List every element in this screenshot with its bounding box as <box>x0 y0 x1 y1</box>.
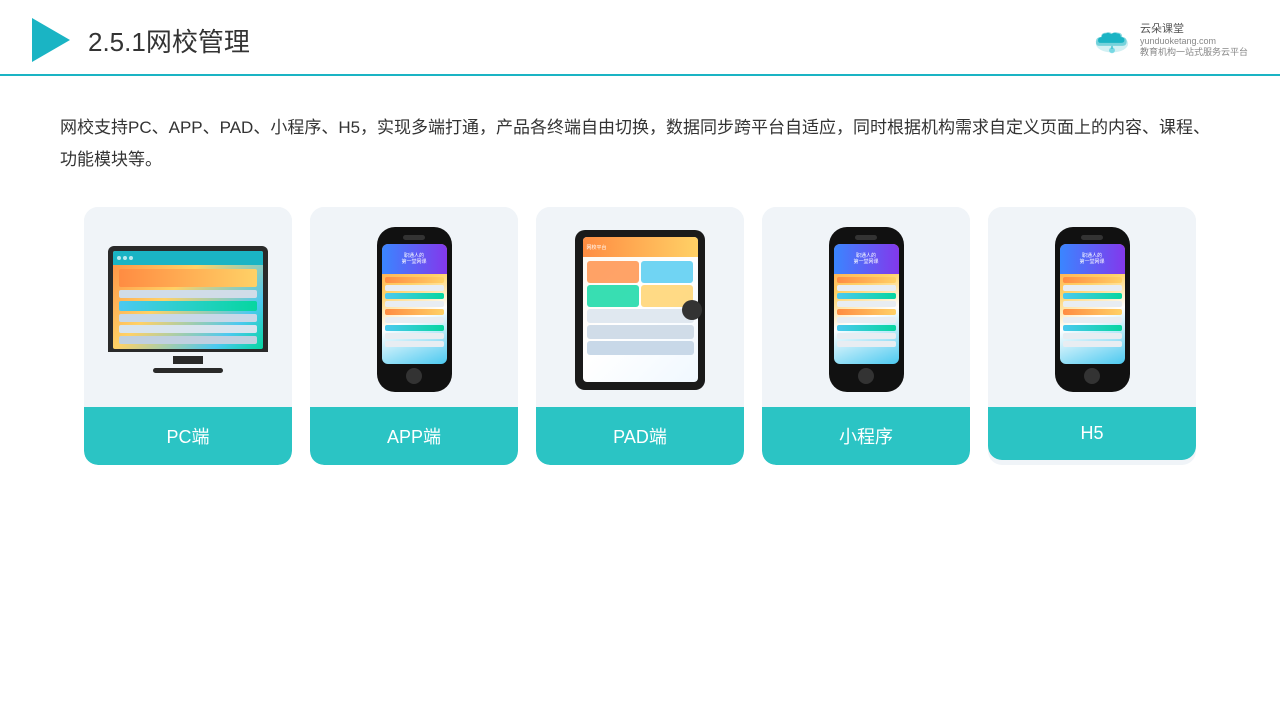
logo-triangle-icon <box>32 18 70 62</box>
phone-app-mockup: 职通人的第一堂网课 <box>377 227 452 392</box>
cards-area: PC端 职通人的第一堂网课 <box>0 197 1280 495</box>
card-pc: PC端 <box>84 207 292 465</box>
brand-tagline: 教育机构一站式服务云平台 <box>1140 47 1248 58</box>
phone-mini-mockup: 职通人的第一堂网课 <box>829 227 904 392</box>
card-app-image: 职通人的第一堂网课 <box>310 207 518 407</box>
card-pc-image <box>84 207 292 407</box>
card-pad-label: PAD端 <box>536 407 744 465</box>
card-app-label: APP端 <box>310 407 518 465</box>
card-pad-image: 网校平台 <box>536 207 744 407</box>
title-prefix: 2.5.1 <box>88 27 146 57</box>
brand-logo: 云朵课堂 yunduoketang.com 教育机构一站式服务云平台 <box>1090 23 1248 58</box>
card-pad: 网校平台 PAD端 <box>536 207 744 465</box>
pad-mockup: 网校平台 <box>575 230 705 390</box>
title-main: 网校管理 <box>146 27 250 57</box>
brand-url: yunduoketang.com <box>1140 36 1216 47</box>
header: 2.5.1网校管理 云朵课堂 yunduoketang.com 教育机构一站式服… <box>0 0 1280 76</box>
brand-text: 云朵课堂 yunduoketang.com 教育机构一站式服务云平台 <box>1140 23 1248 58</box>
page-title: 2.5.1网校管理 <box>88 22 250 59</box>
card-pc-label: PC端 <box>84 407 292 465</box>
phone-h5-mockup: 职通人的第一堂网课 <box>1055 227 1130 392</box>
card-miniprogram-image: 职通人的第一堂网课 <box>762 207 970 407</box>
card-h5-label: H5 <box>988 407 1196 460</box>
card-h5-image: 职通人的第一堂网课 <box>988 207 1196 407</box>
header-left: 2.5.1网校管理 <box>32 18 250 62</box>
card-miniprogram: 职通人的第一堂网课 <box>762 207 970 465</box>
header-right: 云朵课堂 yunduoketang.com 教育机构一站式服务云平台 <box>1090 23 1248 58</box>
description-paragraph: 网校支持PC、APP、PAD、小程序、H5，实现多端打通，产品各终端自由切换，数… <box>60 112 1220 177</box>
card-h5: 职通人的第一堂网课 <box>988 207 1196 465</box>
pc-mockup <box>108 246 268 373</box>
card-miniprogram-label: 小程序 <box>762 407 970 465</box>
card-app: 职通人的第一堂网课 <box>310 207 518 465</box>
cloud-logo-icon <box>1090 25 1134 55</box>
description-text: 网校支持PC、APP、PAD、小程序、H5，实现多端打通，产品各终端自由切换，数… <box>0 76 1280 197</box>
brand-name: 云朵课堂 <box>1140 23 1184 36</box>
